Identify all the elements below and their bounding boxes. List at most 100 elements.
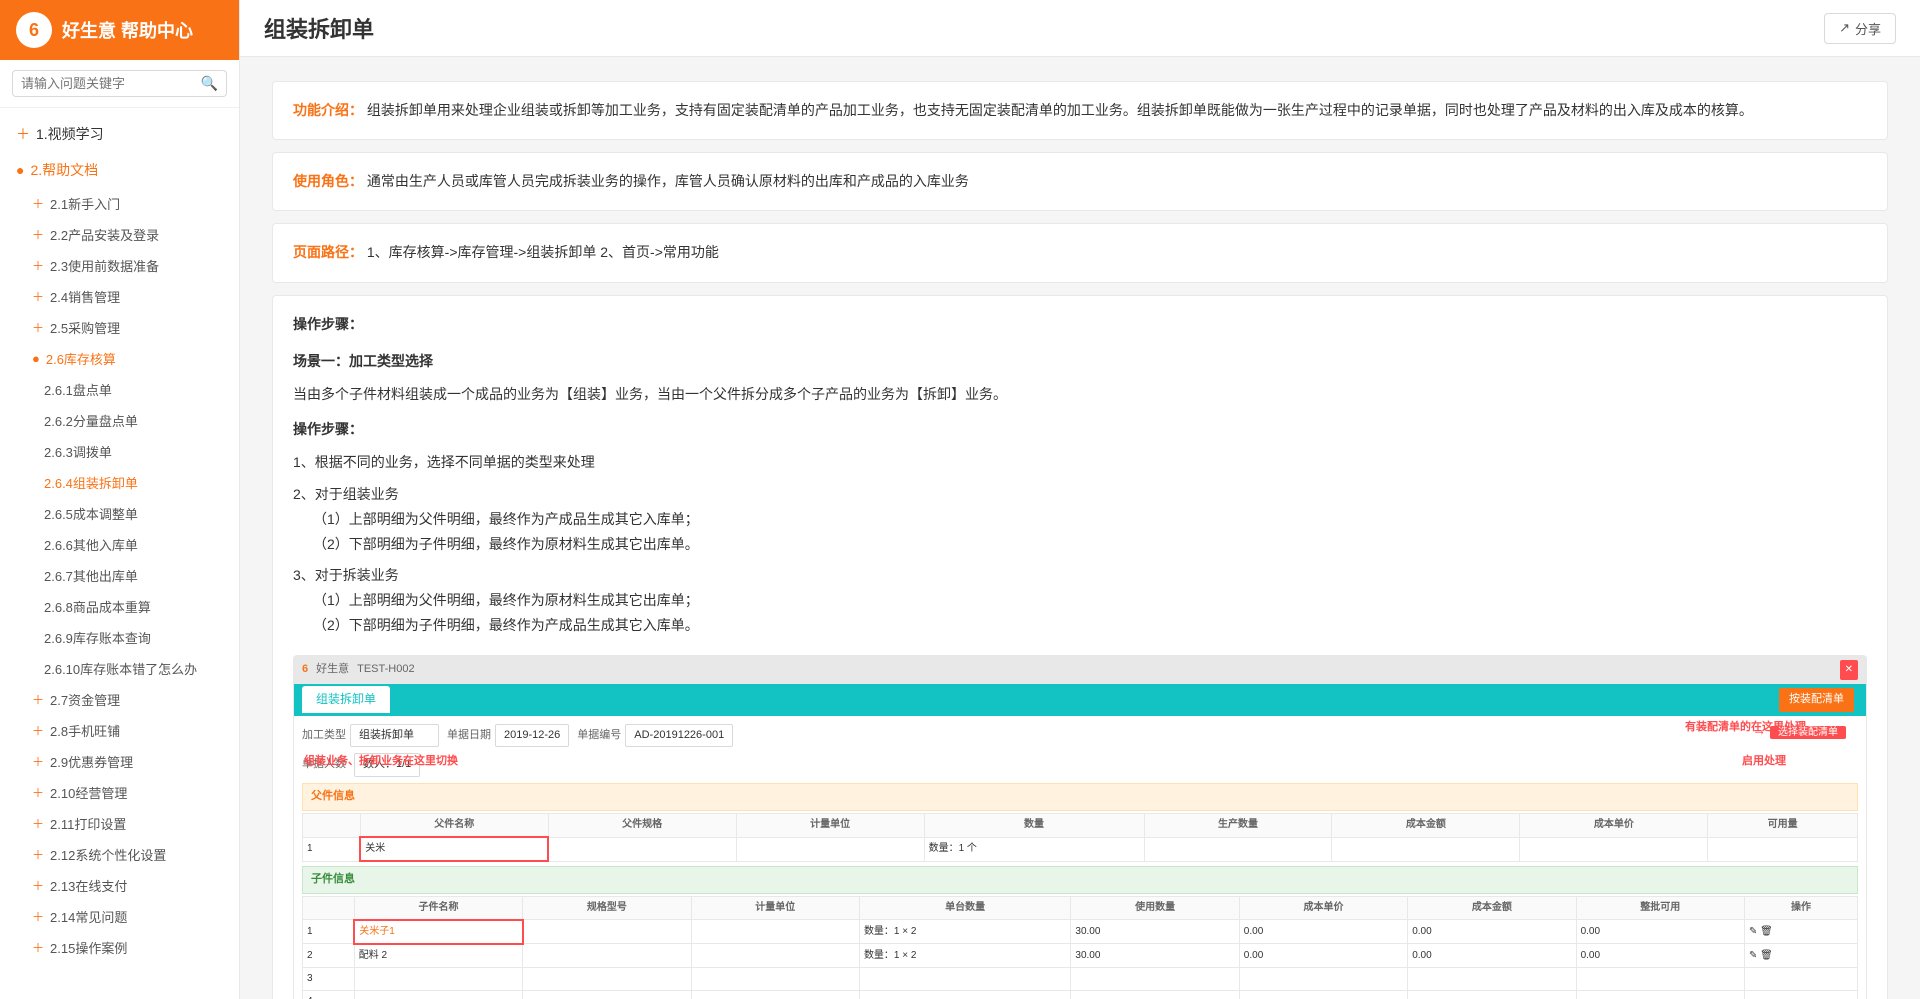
plus-icon-newcomer: ＋ xyxy=(32,195,44,212)
role-card: 使用角色： 通常由生产人员或库管人员完成拆装业务的操作，库管人员确认原材料的出库… xyxy=(272,152,1888,211)
screenshot-topbar: 6 好生意 TEST-H002 ✕ xyxy=(294,656,1866,684)
screenshot-form-row2: 单据人数 数人：1/1 xyxy=(302,753,1858,777)
sidebar-item-stockError[interactable]: 2.6.10库存账本错了怎么办 xyxy=(12,653,239,684)
sidebar-item-label: 2.4销售管理 xyxy=(50,287,120,306)
sidebar-item-system[interactable]: ＋ 2.12系统个性化设置 xyxy=(0,839,239,870)
sidebar-item-adjust[interactable]: 2.6.3调拨单 xyxy=(12,436,239,467)
sidebar-item-label: 2.8手机旺铺 xyxy=(50,721,120,740)
intro-body: 组装拆卸单用来处理企业组装或拆卸等加工业务，支持有固定装配清单的产品加工业务，也… xyxy=(367,102,1753,118)
plus-icon-purchase: ＋ xyxy=(32,319,44,336)
search-box[interactable]: 🔍 xyxy=(12,70,227,97)
annotation3: 启用处理 xyxy=(1742,752,1786,772)
screenshot-close: ✕ xyxy=(1840,660,1858,680)
docs-subitems: ＋ 2.1新手入门 ＋ 2.2产品安装及登录 ＋ 2.3使用前数据准备 ＋ 2.… xyxy=(0,188,239,963)
sidebar-item-sales[interactable]: ＋ 2.4销售管理 xyxy=(0,281,239,312)
sidebar-item-partialtake[interactable]: 2.6.2分量盘点单 xyxy=(12,405,239,436)
sidebar-item-label: 2.10经营管理 xyxy=(50,783,127,802)
sidebar-item-label: 2.6库存核算 xyxy=(46,349,116,368)
sidebar-item-newcomer[interactable]: ＋ 2.1新手入门 xyxy=(0,188,239,219)
plus-icon-mobile: ＋ xyxy=(32,722,44,739)
share-icon: ↗ xyxy=(1839,20,1850,36)
screenshot-logo: 6 xyxy=(302,660,308,680)
sidebar-item-label: 2.3使用前数据准备 xyxy=(50,256,159,275)
inventory-subitems: 2.6.1盘点单 2.6.2分量盘点单 2.6.3调拨单 2.6.4组装拆卸单 … xyxy=(0,374,239,684)
sidebar-item-label: 2.2产品安装及登录 xyxy=(50,225,159,244)
step3-sub2: （2）下部明细为子件明细，最终作为产成品生成其它入库单。 xyxy=(293,613,1867,638)
sidebar-item-label: 2.7资金管理 xyxy=(50,690,120,709)
screenshot-btn-select: 选择装配清单 xyxy=(1770,726,1846,739)
search-icon: 🔍 xyxy=(201,75,218,92)
plus-icon-data: ＋ xyxy=(32,257,44,274)
col-cost-unit: 成本单价 xyxy=(1520,814,1708,838)
sidebar-item-online[interactable]: ＋ 2.13在线支付 xyxy=(0,870,239,901)
screenshot-title-text: TEST-H002 xyxy=(357,660,414,680)
sidebar-item-assembly[interactable]: 2.6.4组装拆卸单 xyxy=(12,467,239,498)
plus-icon-faq: ＋ xyxy=(32,908,44,925)
plus-icon-ops: ＋ xyxy=(32,784,44,801)
sidebar-item-purchase[interactable]: ＋ 2.5采购管理 xyxy=(0,312,239,343)
screenshot-date-value: 2019-12-26 xyxy=(495,724,569,748)
plus-icon-system: ＋ xyxy=(32,846,44,863)
sidebar-header: 6 好生意 帮助中心 xyxy=(0,0,239,60)
screenshot-tab-active: 组装拆卸单 xyxy=(302,686,390,714)
sidebar-item-label-docs: 2.帮助文档 xyxy=(30,160,98,180)
sidebar-item-label: 2.11打印设置 xyxy=(50,814,126,833)
sidebar-item-cases[interactable]: ＋ 2.15操作案例 xyxy=(0,932,239,963)
sidebar-item-install[interactable]: ＋ 2.2产品安装及登录 xyxy=(0,219,239,250)
plus-icon-coupon: ＋ xyxy=(32,753,44,770)
sidebar-item-label: 2.13在线支付 xyxy=(50,876,127,895)
col-qty: 数量 xyxy=(924,814,1144,838)
sidebar-item-costCalc[interactable]: 2.6.8商品成本重算 xyxy=(12,591,239,622)
col-parent-name: 父件名称 xyxy=(360,814,548,838)
sidebar-item-ops[interactable]: ＋ 2.10经营管理 xyxy=(0,777,239,808)
role-text: 使用角色： 通常由生产人员或库管人员完成拆装业务的操作，库管人员确认原材料的出库… xyxy=(293,169,1867,194)
sidebar-item-costadj[interactable]: 2.6.5成本调整单 xyxy=(12,498,239,529)
sidebar-item-label: 2.1新手入门 xyxy=(50,194,120,213)
share-label: 分享 xyxy=(1855,19,1881,38)
screenshot-appname: 好生意 xyxy=(316,660,349,680)
share-button[interactable]: ↗ 分享 xyxy=(1824,13,1896,44)
screenshot-table-lower: 子件名称 规格型号 计量单位 单台数量 使用数量 成本单价 成本金额 整批可用 … xyxy=(302,896,1858,999)
screenshot-table-body: 1 关米 数量：1 个 xyxy=(303,837,1858,861)
sidebar-item-print[interactable]: ＋ 2.11打印设置 xyxy=(0,808,239,839)
topbar: 组装拆卸单 ↗ 分享 xyxy=(240,0,1920,57)
screenshot-form-no: 单据编号 AD-20191226-001 xyxy=(577,724,733,748)
sidebar-item-otherIn[interactable]: 2.6.6其他入库单 xyxy=(12,529,239,560)
plus-icon-sales: ＋ xyxy=(32,288,44,305)
screenshot-form-type: 加工类型 组装拆卸单 xyxy=(302,724,439,748)
sidebar-item-inventory[interactable]: ● 2.6库存核算 xyxy=(0,343,239,374)
col-cost-amt: 成本金额 xyxy=(1332,814,1520,838)
path-text: 页面路径： 1、库存核算->库存管理->组装拆卸单 2、首页->常用功能 xyxy=(293,240,1867,265)
screenshot-table-label2: 子件信息 xyxy=(302,866,1858,894)
plus-icon-capital: ＋ xyxy=(32,691,44,708)
sidebar-item-otherOut[interactable]: 2.6.7其他出库单 xyxy=(12,560,239,591)
sidebar-item-faq[interactable]: ＋ 2.14常见问题 xyxy=(0,901,239,932)
scene1-section: 场景一：加工类型选择 当由多个子件材料组装成一个成品的业务为【组装】业务，当由一… xyxy=(293,349,1867,639)
table-row: 4 xyxy=(303,990,1858,999)
sidebar-item-label: 2.5采购管理 xyxy=(50,318,120,337)
steps-card: 操作步骤： 场景一：加工类型选择 当由多个子件材料组装成一个成品的业务为【组装】… xyxy=(272,295,1888,999)
sidebar-item-docs[interactable]: ● 2.帮助文档 ＋ 2.1新手入门 ＋ 2.2产品安装及登录 ＋ 2.3使用前… xyxy=(0,152,239,963)
sidebar-item-capital[interactable]: ＋ 2.7资金管理 xyxy=(0,684,239,715)
table-row: 子件名称 规格型号 计量单位 单台数量 使用数量 成本单价 成本金额 整批可用 … xyxy=(303,896,1858,920)
plus-icon-install: ＋ xyxy=(32,226,44,243)
minus-icon-inventory: ● xyxy=(32,351,40,366)
sidebar-item-mobile[interactable]: ＋ 2.8手机旺铺 xyxy=(0,715,239,746)
sidebar-group-header-docs[interactable]: ● 2.帮助文档 xyxy=(0,152,239,188)
plus-icon-print: ＋ xyxy=(32,815,44,832)
path-card: 页面路径： 1、库存核算->库存管理->组装拆卸单 2、首页->常用功能 xyxy=(272,223,1888,282)
sidebar-nav: ＋ 1.视频学习 ● 2.帮助文档 ＋ 2.1新手入门 ＋ 2.2产品安装及登录 xyxy=(0,108,239,999)
sidebar-item-stocktake[interactable]: 2.6.1盘点单 xyxy=(12,374,239,405)
step1: 1、根据不同的业务，选择不同单据的类型来处理 xyxy=(293,450,1867,475)
sidebar-item-data[interactable]: ＋ 2.3使用前数据准备 xyxy=(0,250,239,281)
screenshot-table-head: 父件名称 父件规格 计量单位 数量 生产数量 成本金额 成本单价 可用量 xyxy=(303,814,1858,838)
screenshot-type-select: 组装拆卸单 xyxy=(350,724,439,748)
app-logo: 6 xyxy=(16,12,52,48)
sidebar-item-video[interactable]: ＋ 1.视频学习 xyxy=(0,116,239,152)
sidebar-group-header-video[interactable]: ＋ 1.视频学习 xyxy=(0,116,239,152)
step3: 3、对于拆装业务 （1）上部明细为父件明细，最终作为原材料生成其它出库单； （2… xyxy=(293,563,1867,639)
sidebar-item-stockQuery[interactable]: 2.6.9库存账本查询 xyxy=(12,622,239,653)
search-input[interactable] xyxy=(21,76,201,91)
sidebar-item-coupon[interactable]: ＋ 2.9优惠券管理 xyxy=(0,746,239,777)
main-area: 组装拆卸单 ↗ 分享 功能介绍： 组装拆卸单用来处理企业组装或拆卸等加工业务，支… xyxy=(240,0,1920,999)
